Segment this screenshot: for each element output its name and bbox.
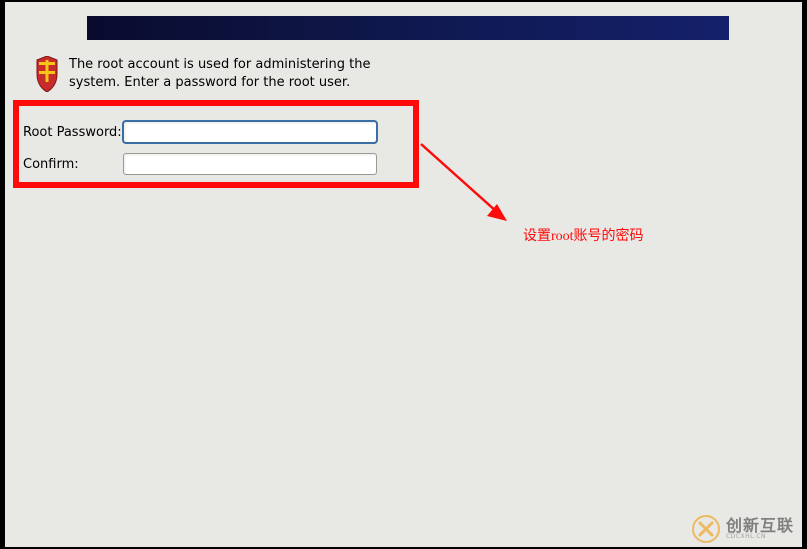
description-text: The root account is used for administeri…: [69, 56, 389, 91]
root-password-row: Root Password:: [23, 121, 377, 143]
confirm-password-input[interactable]: [123, 153, 377, 175]
confirm-password-row: Confirm:: [23, 153, 377, 175]
watermark: 创新互联 CDCXHL.CN: [692, 515, 794, 543]
shield-icon: [35, 56, 59, 92]
annotation-text: 设置root账号的密码: [523, 225, 644, 245]
annotation-arrow-icon: [419, 138, 509, 228]
root-password-label: Root Password:: [23, 125, 123, 140]
watermark-text: 创新互联 CDCXHL.CN: [726, 518, 794, 540]
header-band: [87, 16, 729, 40]
description-row: The root account is used for administeri…: [35, 56, 389, 92]
watermark-logo-icon: [692, 515, 720, 543]
installer-window: The root account is used for administeri…: [5, 2, 802, 547]
watermark-main-text: 创新互联: [726, 518, 794, 534]
confirm-password-label: Confirm:: [23, 157, 123, 172]
root-password-input[interactable]: [123, 121, 377, 143]
